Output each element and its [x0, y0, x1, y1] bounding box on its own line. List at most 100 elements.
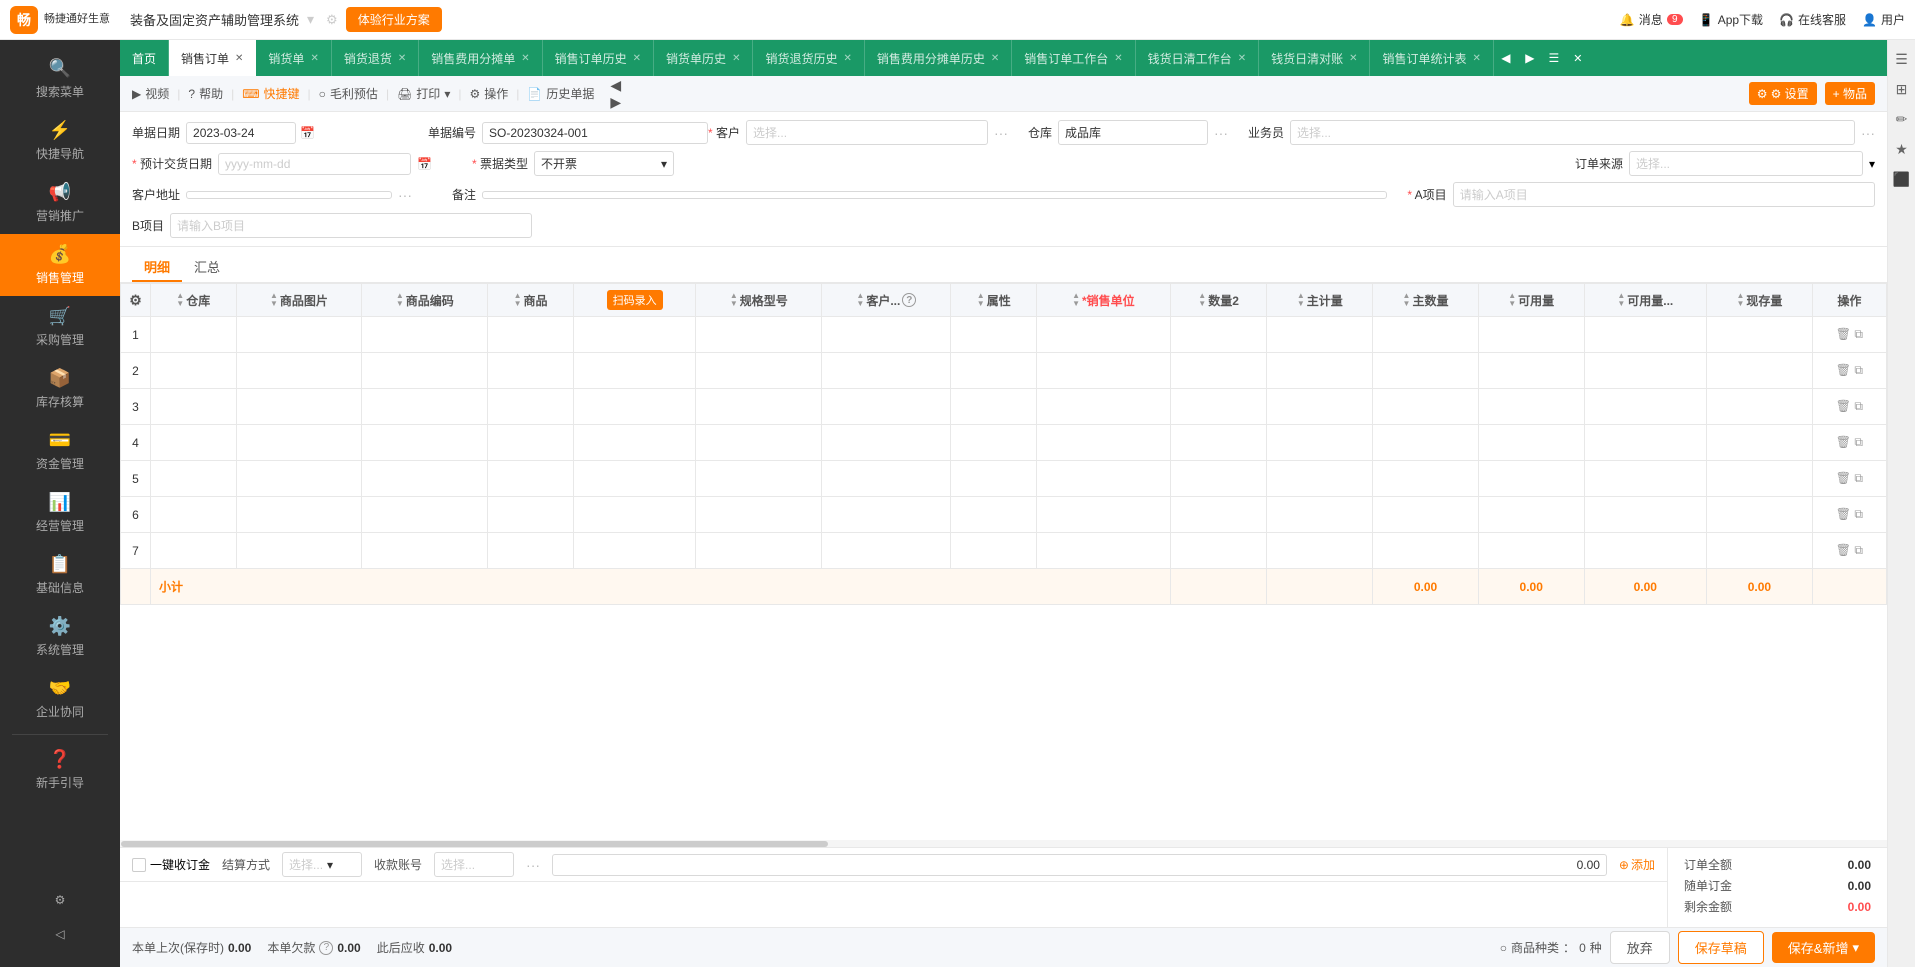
- th-current-stock-sort[interactable]: ▲▼ 现存量: [1715, 292, 1804, 309]
- row-5-salesunit[interactable]: [1037, 461, 1171, 497]
- tab-cashier-workbench-close[interactable]: ✕: [1238, 53, 1246, 64]
- tab-prev-btn[interactable]: ◀: [1494, 40, 1518, 76]
- add-item-btn[interactable]: + 物品: [1825, 82, 1875, 105]
- row-5-spec[interactable]: [696, 461, 822, 497]
- tab-sales-refund-close[interactable]: ✕: [398, 53, 406, 64]
- grid-container[interactable]: ⚙ ▲▼ 仓库 ▲▼: [120, 283, 1887, 840]
- th-available2-sort[interactable]: ▲▼ 可用量...: [1593, 292, 1699, 309]
- row-4-copy-icon[interactable]: ⧉: [1854, 435, 1863, 449]
- row-3-attr[interactable]: [951, 389, 1037, 425]
- message-item[interactable]: 🔔 消息 9: [1620, 11, 1683, 28]
- row-2-copy-icon[interactable]: ⧉: [1854, 363, 1863, 377]
- th-product-code-sort[interactable]: ▲▼ 商品编码: [370, 292, 479, 309]
- row-2-attr[interactable]: [951, 353, 1037, 389]
- save-new-arrow-icon[interactable]: ▾: [1852, 940, 1859, 956]
- row-7-salesunit[interactable]: [1037, 533, 1171, 569]
- settings-icon[interactable]: ⚙: [326, 12, 338, 28]
- row-7-spec[interactable]: [696, 533, 822, 569]
- row-5-mainunit[interactable]: [1267, 461, 1373, 497]
- row-6-mainunit[interactable]: [1267, 497, 1373, 533]
- row-7-mainqty[interactable]: [1373, 533, 1479, 569]
- sidebar-settings-icon[interactable]: ⚙: [55, 883, 66, 917]
- settings-btn[interactable]: ⚙ ⚙ 设置: [1749, 82, 1817, 105]
- th-product-sort[interactable]: ▲▼ 商品: [496, 292, 565, 309]
- row-6-delete-icon[interactable]: 🗑: [1836, 507, 1851, 521]
- row-3-qty2[interactable]: [1170, 389, 1267, 425]
- scroll-track[interactable]: [121, 841, 828, 847]
- row-3-mainqty[interactable]: [1373, 389, 1479, 425]
- row-7-mainunit[interactable]: [1267, 533, 1373, 569]
- row-2-custcode[interactable]: [822, 353, 951, 389]
- tab-sales-order[interactable]: 销售订单 ✕: [169, 40, 256, 76]
- row-3-mainunit[interactable]: [1267, 389, 1373, 425]
- tab-sales-stats-close[interactable]: ✕: [1473, 53, 1481, 64]
- tab-order-workbench-close[interactable]: ✕: [1114, 53, 1122, 64]
- th-gear[interactable]: ⚙: [121, 284, 151, 317]
- th-product-image-sort[interactable]: ▲▼ 商品图片: [245, 292, 354, 309]
- customer-input[interactable]: 选择...: [746, 120, 988, 145]
- row-1-delete-icon[interactable]: 🗑: [1836, 327, 1851, 341]
- right-panel-screen-icon[interactable]: ⬛: [1891, 168, 1913, 190]
- payment-method-select[interactable]: 选择... ▾: [282, 852, 362, 877]
- app-download-item[interactable]: 📱 App下载: [1699, 11, 1763, 28]
- th-customer-info-icon[interactable]: ?: [902, 293, 916, 307]
- discard-btn[interactable]: 放弃: [1610, 931, 1670, 964]
- customer-address-input[interactable]: [186, 191, 392, 199]
- row-5-mainqty[interactable]: [1373, 461, 1479, 497]
- one-click-checkbox[interactable]: 一键收订金: [132, 856, 210, 873]
- dropdown-arrow-icon[interactable]: ▾: [307, 11, 314, 28]
- sidebar-collapse-icon[interactable]: ◁: [55, 917, 66, 951]
- delivery-date-input[interactable]: yyyy-mm-dd: [218, 153, 411, 175]
- row-6-salesunit[interactable]: [1037, 497, 1171, 533]
- row-4-custcode[interactable]: [822, 425, 951, 461]
- delivery-calendar-icon[interactable]: 📅: [417, 157, 432, 171]
- sidebar-item-finance[interactable]: 💳 资金管理: [0, 420, 120, 482]
- row-7-image[interactable]: [236, 533, 362, 569]
- industry-btn[interactable]: 体验行业方案: [346, 7, 442, 32]
- tab-refund-history-close[interactable]: ✕: [843, 53, 851, 64]
- project-a-input[interactable]: 请输入A项目: [1453, 182, 1875, 207]
- row-2-avail2[interactable]: [1584, 353, 1707, 389]
- row-7-custcode[interactable]: [822, 533, 951, 569]
- row-7-avail[interactable]: [1478, 533, 1584, 569]
- th-spec-sort[interactable]: ▲▼ 规格型号: [704, 292, 813, 309]
- row-4-attr[interactable]: [951, 425, 1037, 461]
- row-4-mainunit[interactable]: [1267, 425, 1373, 461]
- sidebar-item-purchase[interactable]: 🛒 采购管理: [0, 296, 120, 358]
- tab-refund-history[interactable]: 销货退货历史 ✕: [753, 40, 864, 76]
- tab-sales-return-close[interactable]: ✕: [310, 53, 318, 64]
- date-input[interactable]: 2023-03-24: [186, 122, 296, 144]
- next-record-btn[interactable]: ▶: [610, 94, 621, 111]
- row-2-avail[interactable]: [1478, 353, 1584, 389]
- row-6-qty2[interactable]: [1170, 497, 1267, 533]
- row-3-custcode[interactable]: [822, 389, 951, 425]
- row-4-mainqty[interactable]: [1373, 425, 1479, 461]
- sidebar-item-inventory[interactable]: 📦 库存核算: [0, 358, 120, 420]
- row-7-avail2[interactable]: [1584, 533, 1707, 569]
- row-4-avail2[interactable]: [1584, 425, 1707, 461]
- row-5-copy-icon[interactable]: ⧉: [1854, 471, 1863, 485]
- sidebar-item-system[interactable]: ⚙️ 系统管理: [0, 606, 120, 668]
- salesperson-input[interactable]: 选择...: [1290, 120, 1855, 145]
- tab-sales-stats[interactable]: 销售订单统计表 ✕: [1370, 40, 1493, 76]
- row-2-spec[interactable]: [696, 353, 822, 389]
- date-input-wrapper[interactable]: 2023-03-24 📅: [186, 122, 315, 144]
- row-5-custcode[interactable]: [822, 461, 951, 497]
- tab-summary[interactable]: 汇总: [182, 253, 232, 282]
- tab-cashier-reconcile-close[interactable]: ✕: [1349, 53, 1357, 64]
- row-2-product[interactable]: [488, 353, 574, 389]
- warehouse-more-btn[interactable]: ···: [1214, 125, 1228, 141]
- row-5-delete-icon[interactable]: 🗑: [1836, 471, 1851, 485]
- save-new-btn[interactable]: 保存&新增 ▾: [1772, 932, 1875, 963]
- note-input[interactable]: [482, 191, 1387, 199]
- row-5-code[interactable]: [362, 461, 488, 497]
- right-panel-edit-icon[interactable]: ✏: [1891, 108, 1913, 130]
- row-6-code[interactable]: [362, 497, 488, 533]
- row-3-warehouse[interactable]: [151, 389, 237, 425]
- row-5-image[interactable]: [236, 461, 362, 497]
- row-1-avail[interactable]: [1478, 317, 1584, 353]
- tab-expense-history[interactable]: 销售费用分摊单历史 ✕: [865, 40, 1012, 76]
- tab-cashier-workbench[interactable]: 钱货日清工作台 ✕: [1136, 40, 1259, 76]
- tab-return-history[interactable]: 销货单历史 ✕: [654, 40, 753, 76]
- row-6-copy-icon[interactable]: ⧉: [1854, 507, 1863, 521]
